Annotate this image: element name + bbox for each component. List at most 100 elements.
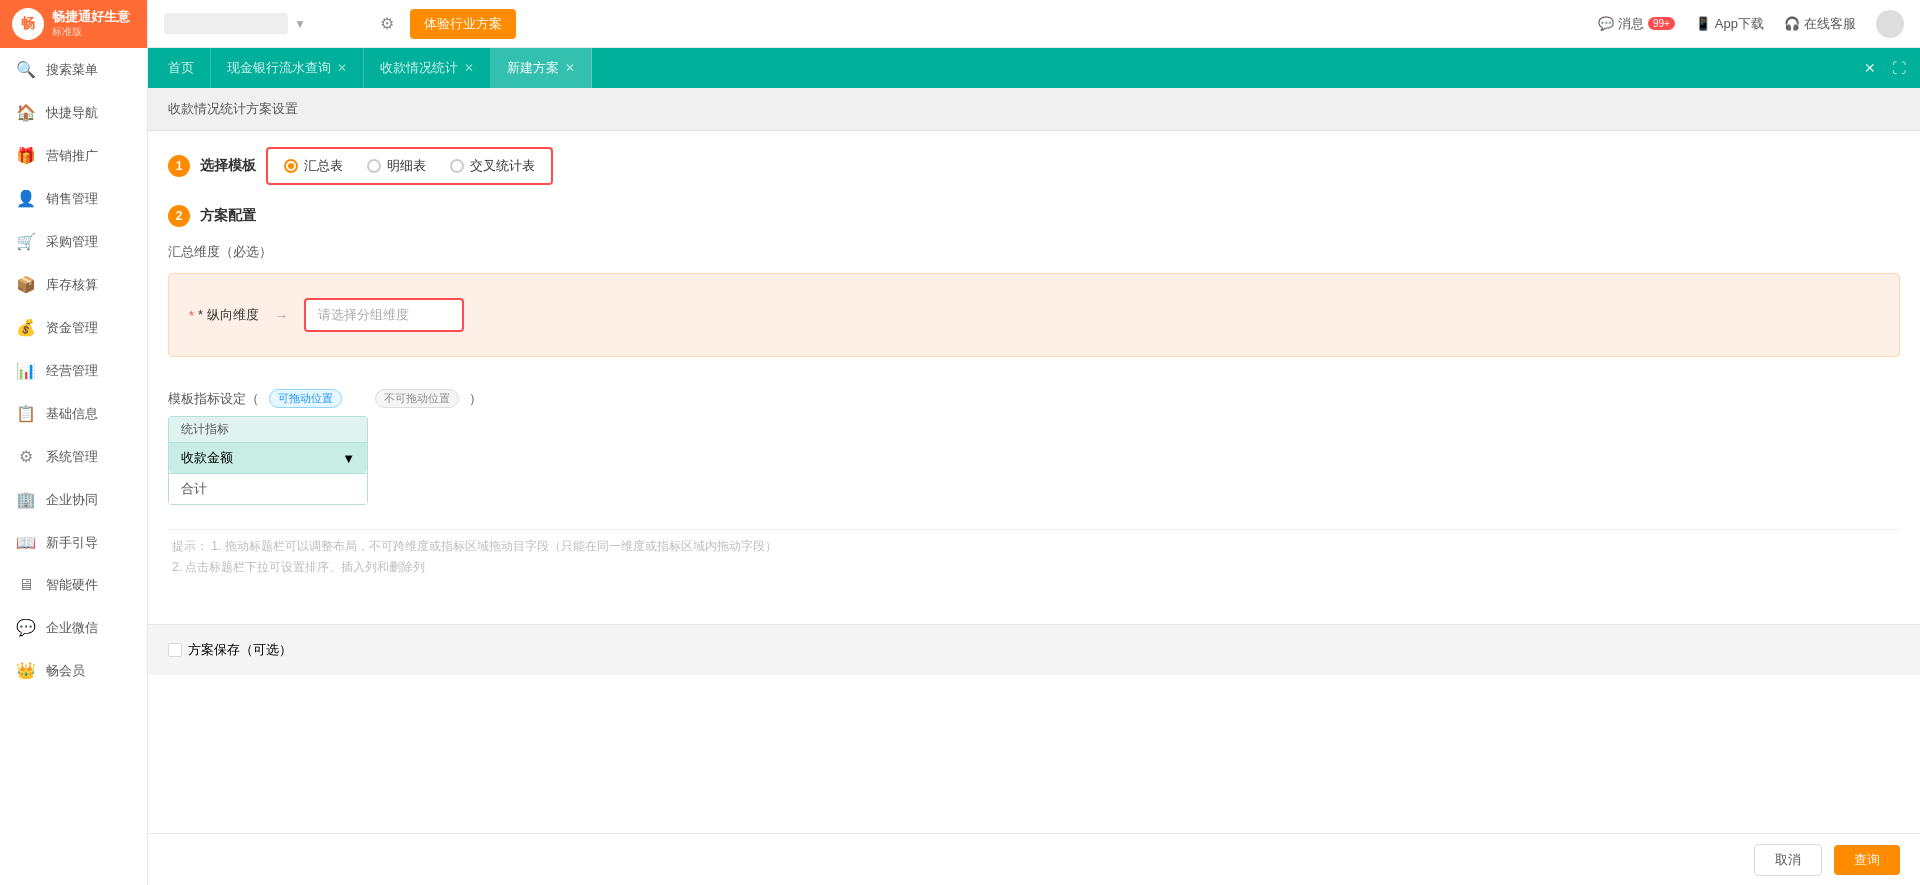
scheme-save-label: 方案保存（可选） (188, 641, 292, 659)
page-inner: 收款情况统计方案设置 1 选择模板 汇总表 (148, 88, 1920, 833)
required-star: * (189, 308, 194, 323)
chevron-down-icon: ▼ (294, 17, 306, 31)
download-icon: 📱 (1695, 16, 1711, 31)
radio-cross-label: 交叉统计表 (470, 157, 535, 175)
section-content: 1 选择模板 汇总表 明细表 (148, 131, 1920, 624)
sidebar-item-inventory-label: 库存核算 (46, 276, 98, 294)
dimension-input[interactable]: 请选择分组维度 (304, 298, 464, 332)
tab-new-scheme[interactable]: 新建方案 ✕ (491, 48, 592, 88)
sidebar-item-sales[interactable]: 👤 销售管理 (0, 177, 147, 220)
sidebar-item-wechat-label: 企业微信 (46, 619, 98, 637)
sidebar-item-basic-label: 基础信息 (46, 405, 98, 423)
metrics-section: 模板指标设定（ 可拖动位置 不可拖动位置 ） 统计指标 收款金额 ▼ (168, 373, 1900, 505)
sidebar-item-guide-label: 新手引导 (46, 534, 98, 552)
user-avatar[interactable] (1876, 10, 1904, 38)
notification-badge: 99+ (1648, 17, 1675, 30)
sidebar-item-search[interactable]: 🔍 搜索菜单 (0, 48, 147, 91)
sidebar-item-finance[interactable]: 💰 资金管理 (0, 306, 147, 349)
sidebar-item-marketing[interactable]: 🎁 营销推广 (0, 134, 147, 177)
sidebar-item-purchase[interactable]: 🛒 采购管理 (0, 220, 147, 263)
app-version: 标准版 (52, 25, 130, 39)
dimension-section-label: 汇总维度（必选） (168, 243, 1900, 261)
query-button[interactable]: 查询 (1834, 845, 1900, 875)
step2-num: 2 (168, 205, 190, 227)
radio-cross[interactable]: 交叉统计表 (450, 157, 535, 175)
step2-header: 2 方案配置 (168, 205, 1900, 227)
money-icon: 💰 (16, 318, 36, 337)
logo-area: 畅 畅捷通好生意 标准版 (0, 0, 147, 48)
sidebar: 畅 畅捷通好生意 标准版 🔍 搜索菜单 🏠 快捷导航 🎁 营销推广 👤 销售管理… (0, 0, 148, 885)
stat-card-area: 统计指标 收款金额 ▼ 合计 (168, 416, 368, 505)
tab-receipts-close[interactable]: ✕ (464, 61, 474, 75)
tab-close-all-btn[interactable]: ✕ (1858, 56, 1882, 80)
page-title-bar: 收款情况统计方案设置 (148, 88, 1920, 131)
step1-section: 1 选择模板 汇总表 明细表 (168, 147, 1900, 185)
stat-card-header: 统计指标 (169, 417, 367, 443)
sidebar-item-member[interactable]: 👑 畅会员 (0, 649, 147, 692)
tab-bank-flow-close[interactable]: ✕ (337, 61, 347, 75)
monitor-icon: 🖥 (16, 576, 36, 594)
chevron-down-stat-icon: ▼ (342, 451, 355, 466)
settings-icon[interactable]: ⚙ (380, 14, 394, 33)
scheme-save-checkbox[interactable]: 方案保存（可选） (168, 641, 292, 659)
clipboard-icon: 📋 (16, 404, 36, 423)
notification-item[interactable]: 💬 消息 99+ (1598, 15, 1675, 33)
template-select: 汇总表 明细表 交叉统计表 (266, 147, 553, 185)
movable-tag: 可拖动位置 (269, 389, 342, 408)
sidebar-item-marketing-label: 营销推广 (46, 147, 98, 165)
tab-bank-flow-label: 现金银行流水查询 (227, 59, 331, 77)
step2-section: 2 方案配置 汇总维度（必选） * * 纵向维度 → (168, 205, 1900, 588)
step1-num: 1 (168, 155, 190, 177)
sidebar-item-search-label: 搜索菜单 (46, 61, 98, 79)
tips-area: 提示： 1. 拖动标题栏可以调整布局，不可跨维度或指标区域拖动目字段（只能在同一… (168, 529, 1900, 588)
tab-bank-flow[interactable]: 现金银行流水查询 ✕ (211, 48, 364, 88)
sidebar-item-management-label: 经营管理 (46, 362, 98, 380)
box-icon: 📦 (16, 275, 36, 294)
step1-header: 1 选择模板 汇总表 明细表 (168, 147, 1900, 185)
tab-new-scheme-label: 新建方案 (507, 59, 559, 77)
checkbox-box (168, 643, 182, 657)
stat-card-item[interactable]: 收款金额 ▼ (169, 443, 367, 473)
stat-card-item-text: 收款金额 (181, 449, 233, 467)
sidebar-item-enterprise[interactable]: 🏢 企业协同 (0, 478, 147, 521)
footer-bar: 取消 查询 (148, 833, 1920, 885)
sidebar-item-basic[interactable]: 📋 基础信息 (0, 392, 147, 435)
cart-icon: 🛒 (16, 232, 36, 251)
tab-maximize-btn[interactable]: ⛶ (1886, 56, 1912, 80)
sidebar-item-inventory[interactable]: 📦 库存核算 (0, 263, 147, 306)
radio-detail-circle (367, 159, 381, 173)
sidebar-item-hardware[interactable]: 🖥 智能硬件 (0, 564, 147, 606)
cancel-button[interactable]: 取消 (1754, 844, 1822, 876)
sidebar-item-system[interactable]: ⚙ 系统管理 (0, 435, 147, 478)
headset-icon: 🎧 (1784, 16, 1800, 31)
tab-receipts[interactable]: 收款情况统计 ✕ (364, 48, 491, 88)
chat-icon: 💬 (16, 618, 36, 637)
home-icon: 🏠 (16, 103, 36, 122)
sidebar-item-wechat[interactable]: 💬 企业微信 (0, 606, 147, 649)
breadcrumb-area: ▼ (164, 13, 364, 34)
tab-home[interactable]: 首页 (148, 48, 211, 88)
sidebar-item-management[interactable]: 📊 经营管理 (0, 349, 147, 392)
notification-label: 消息 (1618, 15, 1644, 33)
logo-text-area: 畅捷通好生意 标准版 (52, 9, 130, 39)
tip-line-2: 2. 点击标题栏下拉可设置排序、插入列和删除列 (168, 559, 1900, 576)
download-label: App下载 (1715, 15, 1764, 33)
support-label: 在线客服 (1804, 15, 1856, 33)
tab-bar: 首页 现金银行流水查询 ✕ 收款情况统计 ✕ 新建方案 ✕ ✕ ⛶ (148, 48, 1920, 88)
gear-icon: ⚙ (16, 447, 36, 466)
support-item[interactable]: 🎧 在线客服 (1784, 15, 1856, 33)
radio-detail[interactable]: 明细表 (367, 157, 426, 175)
sidebar-item-home[interactable]: 🏠 快捷导航 (0, 91, 147, 134)
industry-button[interactable]: 体验行业方案 (410, 9, 516, 39)
tab-new-scheme-close[interactable]: ✕ (565, 61, 575, 75)
book-icon: 📖 (16, 533, 36, 552)
stat-card-sub: 合计 (169, 473, 367, 504)
sidebar-item-guide[interactable]: 📖 新手引导 (0, 521, 147, 564)
download-item[interactable]: 📱 App下载 (1695, 15, 1764, 33)
breadcrumb-text (164, 13, 288, 34)
sidebar-item-system-label: 系统管理 (46, 448, 98, 466)
header-right: 💬 消息 99+ 📱 App下载 🎧 在线客服 (1598, 10, 1904, 38)
tab-right-controls: ✕ ⛶ (1858, 56, 1920, 80)
radio-summary[interactable]: 汇总表 (284, 157, 343, 175)
chart-icon: 📊 (16, 361, 36, 380)
